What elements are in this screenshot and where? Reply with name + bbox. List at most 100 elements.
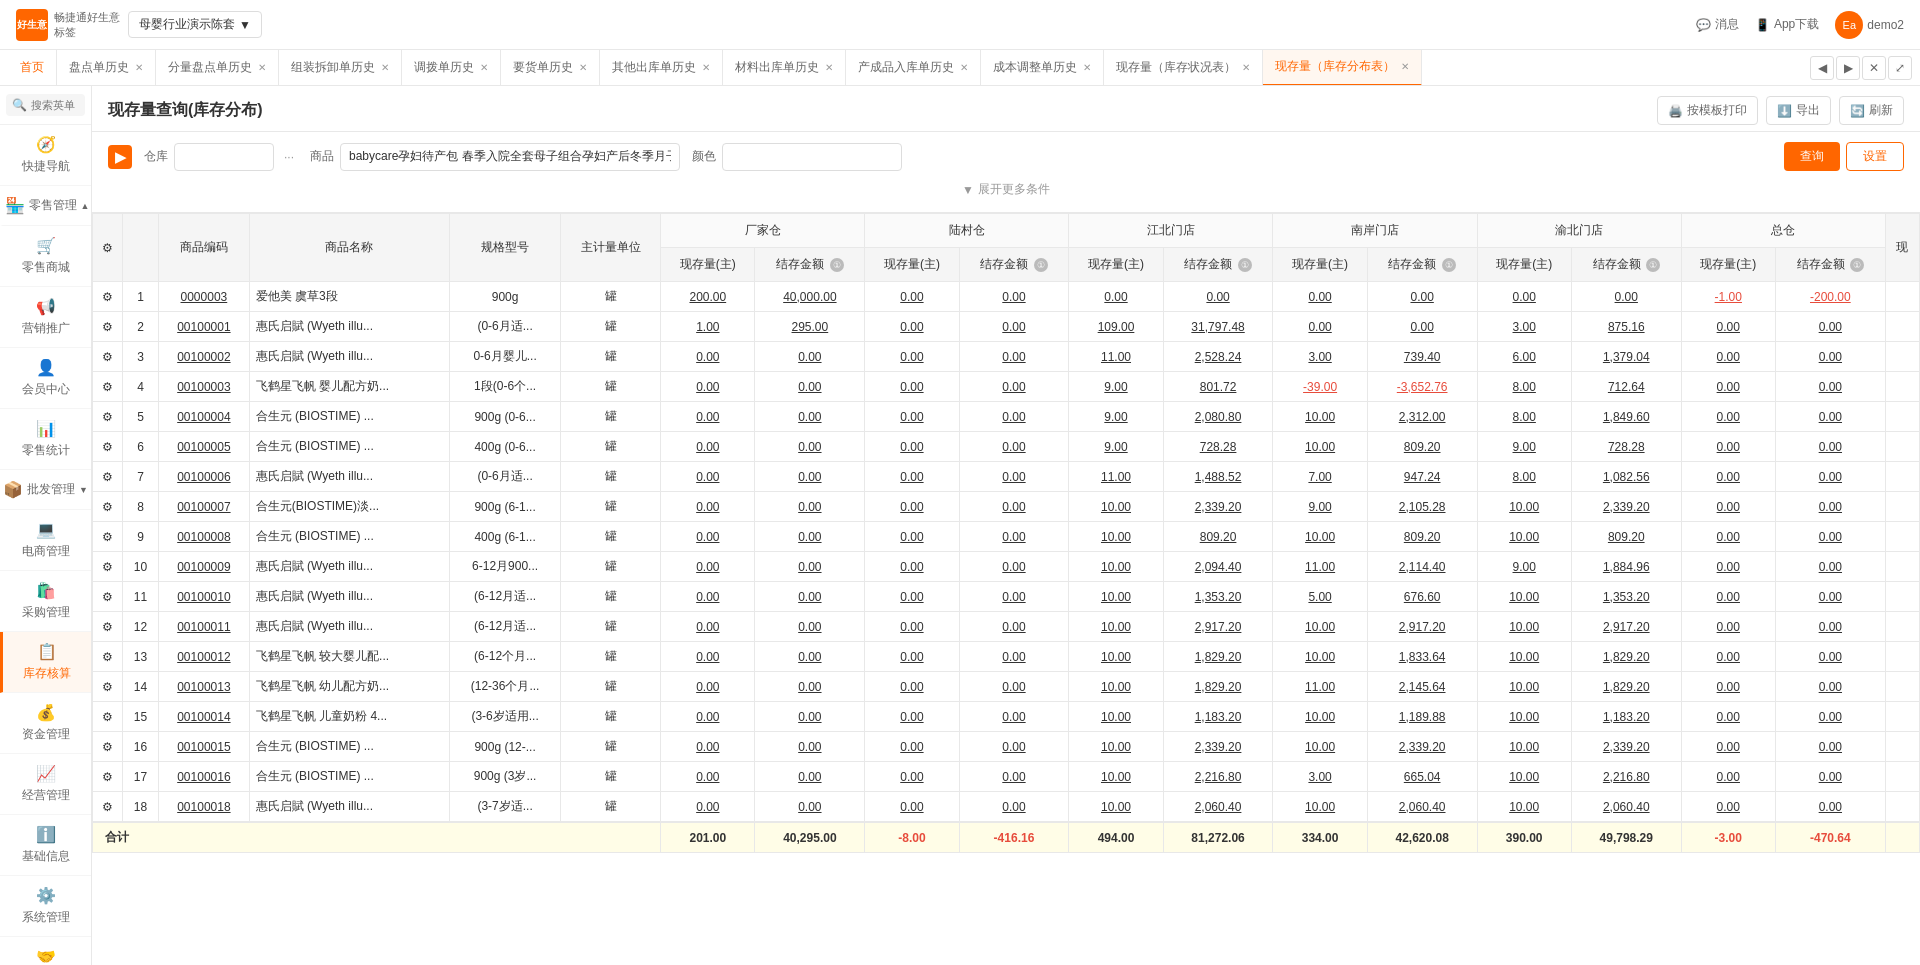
row-zc-qty[interactable]: 0.00	[1681, 312, 1775, 342]
tab-yhlsh[interactable]: 要货单历史 ✕	[501, 50, 600, 86]
row-lc-amt[interactable]: 0.00	[959, 582, 1069, 612]
row-na-amt[interactable]: 809.20	[1367, 522, 1477, 552]
row-yb-qty[interactable]: 8.00	[1477, 372, 1571, 402]
row-gear[interactable]: ⚙	[93, 762, 123, 792]
row-code[interactable]: 00100008	[159, 522, 250, 552]
tab-ccprlsh[interactable]: 产成品入库单历史 ✕	[846, 50, 981, 86]
row-lc-amt[interactable]: 0.00	[959, 612, 1069, 642]
row-gear[interactable]: ⚙	[93, 462, 123, 492]
row-cj-qty[interactable]: 0.00	[661, 492, 755, 522]
row-jb-qty[interactable]: 9.00	[1069, 402, 1163, 432]
row-jb-qty[interactable]: 10.00	[1069, 612, 1163, 642]
row-code[interactable]: 00100011	[159, 612, 250, 642]
row-cj-qty[interactable]: 0.00	[661, 612, 755, 642]
row-lc-amt[interactable]: 0.00	[959, 732, 1069, 762]
row-cj-qty[interactable]: 0.00	[661, 792, 755, 823]
tab-clcklsh[interactable]: 材料出库单历史 ✕	[723, 50, 846, 86]
sidebar-item-jichuxinxi[interactable]: ℹ️ 基础信息	[0, 815, 91, 876]
row-na-qty[interactable]: 10.00	[1273, 642, 1367, 672]
row-lc-qty[interactable]: 0.00	[865, 762, 959, 792]
row-cj-amt[interactable]: 0.00	[755, 522, 865, 552]
row-yb-amt[interactable]: 728.28	[1571, 432, 1681, 462]
sidebar-item-lingshouguanli[interactable]: 🏪 零售管理 ▲	[0, 186, 91, 226]
row-lc-amt[interactable]: 0.00	[959, 402, 1069, 432]
row-code[interactable]: 00100003	[159, 372, 250, 402]
row-jb-qty[interactable]: 10.00	[1069, 792, 1163, 823]
row-code[interactable]: 00100018	[159, 792, 250, 823]
row-lc-qty[interactable]: 0.00	[865, 462, 959, 492]
row-na-amt[interactable]: 2,917.20	[1367, 612, 1477, 642]
search-input[interactable]	[31, 99, 79, 111]
industry-selector[interactable]: 母婴行业演示陈套 ▼	[128, 11, 262, 38]
row-jb-qty[interactable]: 9.00	[1069, 432, 1163, 462]
zc-amt-info[interactable]: ①	[1850, 258, 1864, 272]
row-zc-qty[interactable]: 0.00	[1681, 702, 1775, 732]
row-na-qty[interactable]: 0.00	[1273, 282, 1367, 312]
row-yb-qty[interactable]: 10.00	[1477, 732, 1571, 762]
row-zc-qty[interactable]: 0.00	[1681, 342, 1775, 372]
row-cj-amt[interactable]: 0.00	[755, 612, 865, 642]
row-yb-qty[interactable]: 10.00	[1477, 792, 1571, 823]
row-yb-amt[interactable]: 1,082.56	[1571, 462, 1681, 492]
close-tab-yhlsh[interactable]: ✕	[579, 62, 587, 73]
row-jb-qty[interactable]: 11.00	[1069, 462, 1163, 492]
row-code[interactable]: 00100014	[159, 702, 250, 732]
row-na-qty[interactable]: 0.00	[1273, 312, 1367, 342]
tab-xclkczkb[interactable]: 现存量（库存状况表） ✕	[1104, 50, 1263, 86]
row-yb-qty[interactable]: 10.00	[1477, 522, 1571, 552]
row-yb-amt[interactable]: 1,829.20	[1571, 642, 1681, 672]
row-yb-amt[interactable]: 1,379.04	[1571, 342, 1681, 372]
row-code[interactable]: 0000003	[159, 282, 250, 312]
row-lc-qty[interactable]: 0.00	[865, 492, 959, 522]
tab-flpdlsh[interactable]: 分量盘点单历史 ✕	[156, 50, 279, 86]
row-code[interactable]: 00100001	[159, 312, 250, 342]
row-lc-qty[interactable]: 0.00	[865, 402, 959, 432]
row-yb-amt[interactable]: 1,353.20	[1571, 582, 1681, 612]
row-na-qty[interactable]: 9.00	[1273, 492, 1367, 522]
row-yb-qty[interactable]: 8.00	[1477, 402, 1571, 432]
sidebar-item-kuaijiedaohang[interactable]: 🧭 快捷导航	[0, 125, 91, 186]
row-gear[interactable]: ⚙	[93, 642, 123, 672]
row-zc-qty[interactable]: 0.00	[1681, 402, 1775, 432]
row-zc-amt[interactable]: 0.00	[1775, 702, 1885, 732]
row-gear[interactable]: ⚙	[93, 342, 123, 372]
row-zc-qty[interactable]: 0.00	[1681, 552, 1775, 582]
row-lc-amt[interactable]: 0.00	[959, 552, 1069, 582]
sidebar-item-dianshanguanli[interactable]: 💻 电商管理	[0, 510, 91, 571]
row-zc-amt[interactable]: 0.00	[1775, 342, 1885, 372]
row-code[interactable]: 00100002	[159, 342, 250, 372]
row-na-amt[interactable]: 2,114.40	[1367, 552, 1477, 582]
row-code[interactable]: 00100007	[159, 492, 250, 522]
row-code[interactable]: 00100016	[159, 762, 250, 792]
row-jb-qty[interactable]: 10.00	[1069, 702, 1163, 732]
cj-amt-info[interactable]: ①	[830, 258, 844, 272]
row-jb-qty[interactable]: 109.00	[1069, 312, 1163, 342]
row-zc-qty[interactable]: -1.00	[1681, 282, 1775, 312]
row-na-qty[interactable]: 10.00	[1273, 792, 1367, 823]
row-cj-amt[interactable]: 0.00	[755, 372, 865, 402]
row-na-amt[interactable]: 0.00	[1367, 282, 1477, 312]
row-jb-amt[interactable]: 2,528.24	[1163, 342, 1273, 372]
row-jb-amt[interactable]: 801.72	[1163, 372, 1273, 402]
row-yb-qty[interactable]: 10.00	[1477, 702, 1571, 732]
row-gear[interactable]: ⚙	[93, 582, 123, 612]
row-na-qty[interactable]: -39.00	[1273, 372, 1367, 402]
row-lc-qty[interactable]: 0.00	[865, 282, 959, 312]
tab-zzcxlsh[interactable]: 组装拆卸单历史 ✕	[279, 50, 402, 86]
row-cj-amt[interactable]: 295.00	[755, 312, 865, 342]
row-cj-qty[interactable]: 0.00	[661, 762, 755, 792]
row-na-qty[interactable]: 10.00	[1273, 612, 1367, 642]
row-na-qty[interactable]: 10.00	[1273, 522, 1367, 552]
row-yb-qty[interactable]: 10.00	[1477, 492, 1571, 522]
row-code[interactable]: 00100009	[159, 552, 250, 582]
row-lc-amt[interactable]: 0.00	[959, 342, 1069, 372]
close-tab-tblsh[interactable]: ✕	[480, 62, 488, 73]
row-zc-amt[interactable]: 0.00	[1775, 612, 1885, 642]
row-cj-qty[interactable]: 0.00	[661, 732, 755, 762]
row-na-qty[interactable]: 10.00	[1273, 432, 1367, 462]
app-download-btn[interactable]: 📱 App下载	[1755, 16, 1819, 33]
na-amt-info[interactable]: ①	[1442, 258, 1456, 272]
row-gear[interactable]: ⚙	[93, 432, 123, 462]
sidebar-item-jingyingguanli[interactable]: 📈 经营管理	[0, 754, 91, 815]
row-gear[interactable]: ⚙	[93, 552, 123, 582]
